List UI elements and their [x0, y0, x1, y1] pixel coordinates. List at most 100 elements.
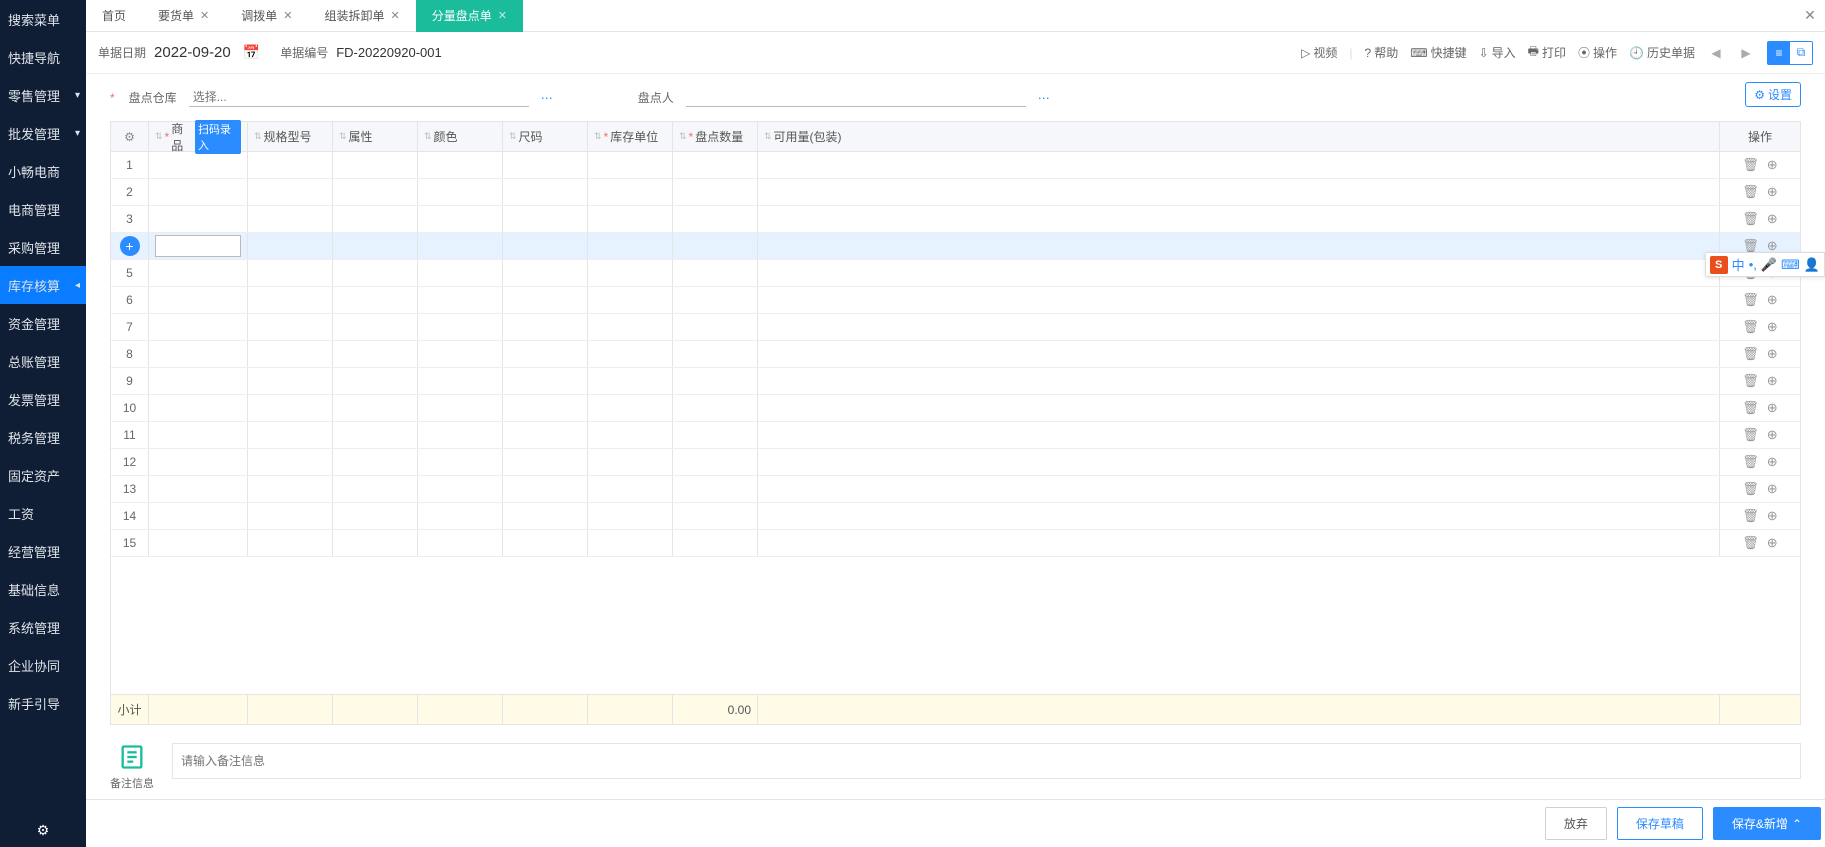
calendar-icon[interactable]: 📅 — [243, 44, 260, 61]
operate-button[interactable]: ⦿ 操作 — [1578, 44, 1617, 61]
insert-row-icon[interactable]: ⊕ — [1767, 292, 1778, 308]
delete-row-icon[interactable]: 🗑 — [1742, 157, 1759, 173]
history-button[interactable]: 🕘 历史单据 — [1629, 44, 1695, 61]
delete-row-icon[interactable]: 🗑 — [1742, 481, 1759, 497]
ime-cn-icon[interactable]: 中 — [1732, 255, 1745, 274]
sidebar-item-17[interactable]: 企业协同 — [0, 646, 86, 684]
sidebar-item-3[interactable]: 批发管理▾ — [0, 114, 86, 152]
tab-3[interactable]: 组装拆卸单✕ — [308, 0, 415, 32]
shortcut-button[interactable]: ⌨ 快捷键 — [1410, 44, 1466, 61]
col-qty[interactable]: ⇅*盘点数量 — [673, 122, 758, 151]
table-row[interactable]: 3🗑⊕ — [111, 206, 1800, 233]
sidebar-item-7[interactable]: 库存核算◂ — [0, 266, 86, 304]
table-row[interactable]: 1🗑⊕ — [111, 152, 1800, 179]
date-value[interactable]: 2022-09-20 — [154, 44, 231, 61]
delete-row-icon[interactable]: 🗑 — [1742, 211, 1759, 227]
close-tab-icon[interactable]: ✕ — [391, 9, 400, 22]
sidebar-item-5[interactable]: 电商管理 — [0, 190, 86, 228]
sidebar-item-4[interactable]: 小畅电商 — [0, 152, 86, 190]
goods-cell-input[interactable] — [155, 235, 241, 257]
sidebar-item-1[interactable]: 快捷导航 — [0, 38, 86, 76]
delete-row-icon[interactable]: 🗑 — [1742, 400, 1759, 416]
ime-mic-icon[interactable]: 🎤 — [1761, 257, 1777, 273]
add-row-icon[interactable]: + — [120, 236, 140, 256]
delete-row-icon[interactable]: 🗑 — [1742, 508, 1759, 524]
table-row[interactable]: 7🗑⊕ — [111, 314, 1800, 341]
sidebar-item-0[interactable]: 搜索菜单 — [0, 0, 86, 38]
save-add-button[interactable]: 保存&新增 ⌃ — [1713, 807, 1821, 840]
print-button[interactable]: 🖶 打印 — [1528, 42, 1566, 63]
table-row[interactable]: 10🗑⊕ — [111, 395, 1800, 422]
sidebar-item-6[interactable]: 采购管理 — [0, 228, 86, 266]
next-icon[interactable]: ▶ — [1737, 44, 1755, 62]
delete-row-icon[interactable]: 🗑 — [1742, 184, 1759, 200]
prev-icon[interactable]: ◀ — [1707, 44, 1725, 62]
insert-row-icon[interactable]: ⊕ — [1767, 211, 1778, 227]
scan-input-tag[interactable]: 扫码录入 — [195, 120, 241, 154]
delete-row-icon[interactable]: 🗑 — [1742, 454, 1759, 470]
insert-row-icon[interactable]: ⊕ — [1767, 184, 1778, 200]
save-draft-button[interactable]: 保存草稿 — [1617, 807, 1703, 840]
insert-row-icon[interactable]: ⊕ — [1767, 535, 1778, 551]
table-row[interactable]: +🗑⊕ — [111, 233, 1800, 260]
list-view-icon[interactable]: ≡ — [1768, 42, 1790, 64]
col-goods[interactable]: ⇅*商品扫码录入 — [149, 122, 248, 151]
col-spec[interactable]: ⇅规格型号 — [248, 122, 333, 151]
table-row[interactable]: 15🗑⊕ — [111, 530, 1800, 557]
detail-view-icon[interactable]: ⧉ — [1790, 42, 1812, 64]
insert-row-icon[interactable]: ⊕ — [1767, 427, 1778, 443]
sidebar-item-16[interactable]: 系统管理 — [0, 608, 86, 646]
close-tab-icon[interactable]: ✕ — [200, 9, 209, 22]
ime-keyboard-icon[interactable]: ⌨ — [1781, 257, 1800, 273]
insert-row-icon[interactable]: ⊕ — [1767, 319, 1778, 335]
grid-config-icon[interactable]: ⚙ — [111, 122, 149, 151]
table-row[interactable]: 12🗑⊕ — [111, 449, 1800, 476]
warehouse-lookup-icon[interactable]: ⋯ — [541, 91, 554, 105]
sidebar-item-18[interactable]: 新手引导 — [0, 684, 86, 722]
tab-0[interactable]: 首页 — [86, 0, 142, 32]
table-row[interactable]: 9🗑⊕ — [111, 368, 1800, 395]
insert-row-icon[interactable]: ⊕ — [1767, 508, 1778, 524]
insert-row-icon[interactable]: ⊕ — [1767, 373, 1778, 389]
discard-button[interactable]: 放弃 — [1545, 807, 1607, 840]
sidebar-item-13[interactable]: 工资 — [0, 494, 86, 532]
video-button[interactable]: ▷ 视频 — [1301, 44, 1337, 61]
delete-row-icon[interactable]: 🗑 — [1742, 346, 1759, 362]
insert-row-icon[interactable]: ⊕ — [1767, 454, 1778, 470]
table-row[interactable]: 14🗑⊕ — [111, 503, 1800, 530]
remark-input[interactable] — [172, 743, 1801, 779]
help-button[interactable]: ? 帮助 — [1365, 44, 1399, 61]
sidebar-item-14[interactable]: 经营管理 — [0, 532, 86, 570]
sidebar-item-8[interactable]: 资金管理 — [0, 304, 86, 342]
table-row[interactable]: 13🗑⊕ — [111, 476, 1800, 503]
import-button[interactable]: ⇩ 导入 — [1479, 44, 1516, 61]
ime-user-icon[interactable]: 👤 — [1804, 257, 1820, 273]
settings-gear-icon[interactable]: ⚙ — [0, 822, 86, 839]
col-unit[interactable]: ⇅*库存单位 — [588, 122, 673, 151]
sidebar-item-12[interactable]: 固定资产 — [0, 456, 86, 494]
tab-2[interactable]: 调拨单✕ — [225, 0, 308, 32]
tab-4[interactable]: 分量盘点单✕ — [416, 0, 523, 32]
insert-row-icon[interactable]: ⊕ — [1767, 481, 1778, 497]
delete-row-icon[interactable]: 🗑 — [1742, 292, 1759, 308]
close-tab-icon[interactable]: ✕ — [283, 9, 292, 22]
sidebar-item-2[interactable]: 零售管理▾ — [0, 76, 86, 114]
sidebar-item-9[interactable]: 总账管理 — [0, 342, 86, 380]
close-tab-icon[interactable]: ✕ — [498, 9, 507, 22]
col-avail[interactable]: ⇅可用量(包装) — [758, 122, 1720, 151]
insert-row-icon[interactable]: ⊕ — [1767, 157, 1778, 173]
table-row[interactable]: 2🗑⊕ — [111, 179, 1800, 206]
col-color[interactable]: ⇅颜色 — [418, 122, 503, 151]
delete-row-icon[interactable]: 🗑 — [1742, 427, 1759, 443]
delete-row-icon[interactable]: 🗑 — [1742, 319, 1759, 335]
warehouse-input[interactable] — [189, 88, 529, 107]
person-input[interactable] — [686, 88, 1026, 107]
ime-toolbar[interactable]: S 中 •, 🎤 ⌨ 👤 — [1705, 252, 1825, 277]
sidebar-item-10[interactable]: 发票管理 — [0, 380, 86, 418]
settings-button[interactable]: ⚙ 设置 — [1745, 82, 1801, 107]
insert-row-icon[interactable]: ⊕ — [1767, 346, 1778, 362]
sidebar-item-15[interactable]: 基础信息 — [0, 570, 86, 608]
col-attr[interactable]: ⇅属性 — [333, 122, 418, 151]
table-row[interactable]: 8🗑⊕ — [111, 341, 1800, 368]
sidebar-item-11[interactable]: 税务管理 — [0, 418, 86, 456]
